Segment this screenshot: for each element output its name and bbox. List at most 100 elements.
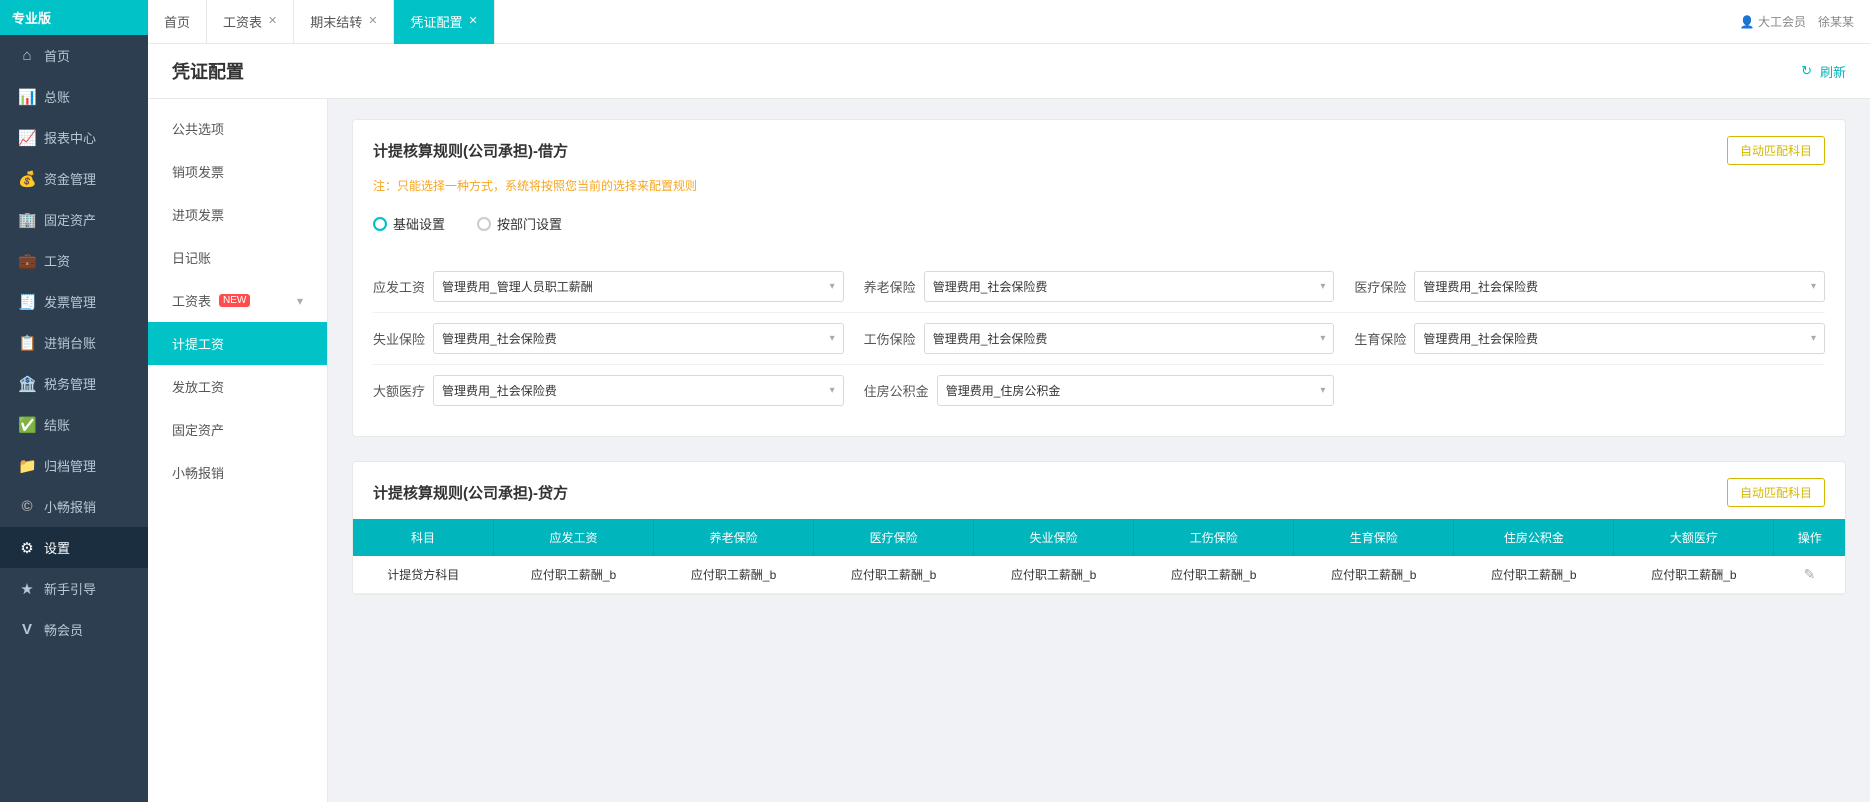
select-medical[interactable]: 管理费用_社会保险费 ▾ bbox=[1414, 271, 1825, 302]
sidebar-item-assets[interactable]: 🏢 固定资产 bbox=[0, 199, 148, 240]
select-pension-value: 管理费用_社会保险费 bbox=[933, 278, 1048, 295]
sidebar-item-settlement[interactable]: ✅ 结账 bbox=[0, 404, 148, 445]
tab-salary-table-label: 工资表 bbox=[223, 12, 262, 31]
debit-auto-match-button[interactable]: 自动匹配科目 bbox=[1727, 136, 1825, 165]
th-maternity: 生育保险 bbox=[1294, 519, 1454, 556]
sidebar-item-reports[interactable]: 📈 报表中心 bbox=[0, 117, 148, 158]
topbar-right: 👤 大工会员 徐某某 bbox=[1740, 13, 1870, 30]
new-badge: NEW bbox=[219, 294, 250, 307]
td-subject: 计提贷方科目 bbox=[353, 556, 494, 594]
tax-icon: 🏦 bbox=[18, 375, 36, 393]
field-unemployment: 失业保险 管理费用_社会保险费 ▾ bbox=[373, 323, 844, 354]
select-medical-arrow: ▾ bbox=[1811, 281, 1816, 292]
sidebar-item-ledger[interactable]: 📊 总账 bbox=[0, 76, 148, 117]
label-injury: 工伤保险 bbox=[864, 329, 916, 348]
debit-form-row-3: 大额医疗 管理费用_社会保险费 ▾ 住房公积金 管理费用_住房公积金 bbox=[373, 364, 1825, 416]
sidebar-item-label: 首页 bbox=[44, 46, 70, 65]
sidebar-item-guide[interactable]: ★ 新手引导 bbox=[0, 568, 148, 609]
main-panel: 计提核算规则(公司承担)-借方 自动匹配科目 注：只能选择一种方式，系统将按照您… bbox=[328, 99, 1870, 802]
select-unemployment[interactable]: 管理费用_社会保险费 ▾ bbox=[433, 323, 844, 354]
field-injury: 工伤保险 管理费用_社会保险费 ▾ bbox=[864, 323, 1335, 354]
field-salary: 应发工资 管理费用_管理人员职工薪酬 ▾ bbox=[373, 271, 844, 302]
settings-icon: ⚙ bbox=[18, 539, 36, 557]
ledger-icon: 📊 bbox=[18, 88, 36, 106]
td-action[interactable]: ✎ bbox=[1774, 556, 1845, 594]
left-nav-fixed-assets[interactable]: 固定资产 bbox=[148, 408, 327, 451]
select-maternity[interactable]: 管理费用_社会保险费 ▾ bbox=[1414, 323, 1825, 354]
left-nav-pay-salary[interactable]: 发放工资 bbox=[148, 365, 327, 408]
label-pension: 养老保险 bbox=[864, 277, 916, 296]
salary-icon: 💼 bbox=[18, 252, 36, 270]
tab-voucher-config[interactable]: 凭证配置 ✕ bbox=[394, 0, 494, 44]
td-housing: 应付职工薪酬_b bbox=[1454, 556, 1614, 594]
select-salary-arrow: ▾ bbox=[830, 281, 835, 292]
tab-period-end-close[interactable]: ✕ bbox=[368, 16, 377, 27]
select-large-medical[interactable]: 管理费用_社会保险费 ▾ bbox=[433, 375, 844, 406]
radio-basic-circle bbox=[373, 217, 387, 231]
sidebar-item-label: 新手引导 bbox=[44, 579, 96, 598]
left-nav-xiaochang2-label: 小畅报销 bbox=[172, 463, 224, 482]
select-large-medical-value: 管理费用_社会保险费 bbox=[442, 382, 557, 399]
td-medical: 应付职工薪酬_b bbox=[814, 556, 974, 594]
sidebar-item-archive[interactable]: 📁 归档管理 bbox=[0, 445, 148, 486]
tab-salary-table[interactable]: 工资表 ✕ bbox=[207, 0, 294, 44]
tab-voucher-config-label: 凭证配置 bbox=[410, 12, 462, 31]
select-salary[interactable]: 管理费用_管理人员职工薪酬 ▾ bbox=[433, 271, 844, 302]
radio-basic-setting[interactable]: 基础设置 bbox=[373, 214, 445, 233]
sidebar-item-salary[interactable]: 💼 工资 bbox=[0, 240, 148, 281]
left-nav-public[interactable]: 公共选项 bbox=[148, 107, 327, 150]
sidebar-item-label: 固定资产 bbox=[44, 210, 96, 229]
sidebar-item-label: 发票管理 bbox=[44, 292, 96, 311]
left-nav-credit-invoice[interactable]: 销项发票 bbox=[148, 150, 327, 193]
radio-dept-setting[interactable]: 按部门设置 bbox=[477, 214, 562, 233]
select-injury[interactable]: 管理费用_社会保险费 ▾ bbox=[924, 323, 1335, 354]
tab-period-end[interactable]: 期末结转 ✕ bbox=[294, 0, 394, 44]
guide-icon: ★ bbox=[18, 580, 36, 598]
page-title: 凭证配置 bbox=[172, 58, 244, 84]
sidebar-item-xiaochang[interactable]: © 小畅报销 bbox=[0, 486, 148, 527]
sidebar-item-capital[interactable]: 💰 资金管理 bbox=[0, 158, 148, 199]
td-large-medical: 应付职工薪酬_b bbox=[1614, 556, 1774, 594]
edit-icon[interactable]: ✎ bbox=[1804, 566, 1816, 582]
table-row: 计提贷方科目 应付职工薪酬_b 应付职工薪酬_b 应付职工薪酬_b 应付职工薪酬… bbox=[353, 556, 1845, 594]
tab-salary-table-close[interactable]: ✕ bbox=[268, 16, 277, 27]
left-nav-debit-invoice[interactable]: 进项发票 bbox=[148, 193, 327, 236]
sidebar: 专业版 ⌂ 首页 📊 总账 📈 报表中心 💰 资金管理 🏢 固定资产 💼 工资 … bbox=[0, 0, 148, 802]
sidebar-item-label: 小畅报销 bbox=[44, 497, 96, 516]
sidebar-item-vip[interactable]: V 畅会员 bbox=[0, 609, 148, 650]
sidebar-item-invoice[interactable]: 🧾 发票管理 bbox=[0, 281, 148, 322]
left-nav-salary-table[interactable]: 工资表 NEW ▾ bbox=[148, 279, 327, 322]
label-large-medical: 大额医疗 bbox=[373, 381, 425, 400]
field-medical: 医疗保险 管理费用_社会保险费 ▾ bbox=[1354, 271, 1825, 302]
left-nav-accrued-salary[interactable]: 计提工资 bbox=[148, 322, 327, 365]
credit-table: 科目 应发工资 养老保险 医疗保险 失业保险 工伤保险 生育保险 住房公积金 大… bbox=[353, 519, 1845, 594]
select-housing[interactable]: 管理费用_住房公积金 ▾ bbox=[937, 375, 1335, 406]
tab-home[interactable]: 首页 bbox=[148, 0, 207, 44]
select-pension[interactable]: 管理费用_社会保险费 ▾ bbox=[924, 271, 1335, 302]
tab-home-label: 首页 bbox=[164, 12, 190, 31]
sales-ledger-icon: 📋 bbox=[18, 334, 36, 352]
main-area: 首页 工资表 ✕ 期末结转 ✕ 凭证配置 ✕ 👤 大工会员 徐某某 凭证配置 ↻… bbox=[148, 0, 1870, 802]
sidebar-item-settings[interactable]: ⚙ 设置 bbox=[0, 527, 148, 568]
th-action: 操作 bbox=[1774, 519, 1845, 556]
sidebar-item-label: 总账 bbox=[44, 87, 70, 106]
field-housing: 住房公积金 管理费用_住房公积金 ▾ bbox=[864, 375, 1335, 406]
th-medical: 医疗保险 bbox=[814, 519, 974, 556]
sidebar-item-tax[interactable]: 🏦 税务管理 bbox=[0, 363, 148, 404]
table-header-row: 科目 应发工资 养老保险 医疗保险 失业保险 工伤保险 生育保险 住房公积金 大… bbox=[353, 519, 1845, 556]
label-maternity: 生育保险 bbox=[1354, 329, 1406, 348]
credit-auto-match-button[interactable]: 自动匹配科目 bbox=[1727, 478, 1825, 507]
select-unemployment-arrow: ▾ bbox=[830, 333, 835, 344]
debit-form-row-2: 失业保险 管理费用_社会保险费 ▾ 工伤保险 管理费用_社会保险费 bbox=[373, 312, 1825, 364]
sidebar-item-home[interactable]: ⌂ 首页 bbox=[0, 35, 148, 76]
content-layout: 公共选项 销项发票 进项发票 日记账 工资表 NEW ▾ 计提工资 bbox=[148, 99, 1870, 802]
sidebar-item-label: 税务管理 bbox=[44, 374, 96, 393]
sidebar-item-sales-ledger[interactable]: 📋 进销台账 bbox=[0, 322, 148, 363]
select-maternity-arrow: ▾ bbox=[1811, 333, 1816, 344]
tab-voucher-config-close[interactable]: ✕ bbox=[469, 16, 478, 27]
archive-icon: 📁 bbox=[18, 457, 36, 475]
user-name: 徐某某 bbox=[1818, 13, 1854, 30]
left-nav-xiaochang2[interactable]: 小畅报销 bbox=[148, 451, 327, 494]
refresh-button[interactable]: ↻ 刷新 bbox=[1801, 62, 1846, 81]
left-nav-journal[interactable]: 日记账 bbox=[148, 236, 327, 279]
